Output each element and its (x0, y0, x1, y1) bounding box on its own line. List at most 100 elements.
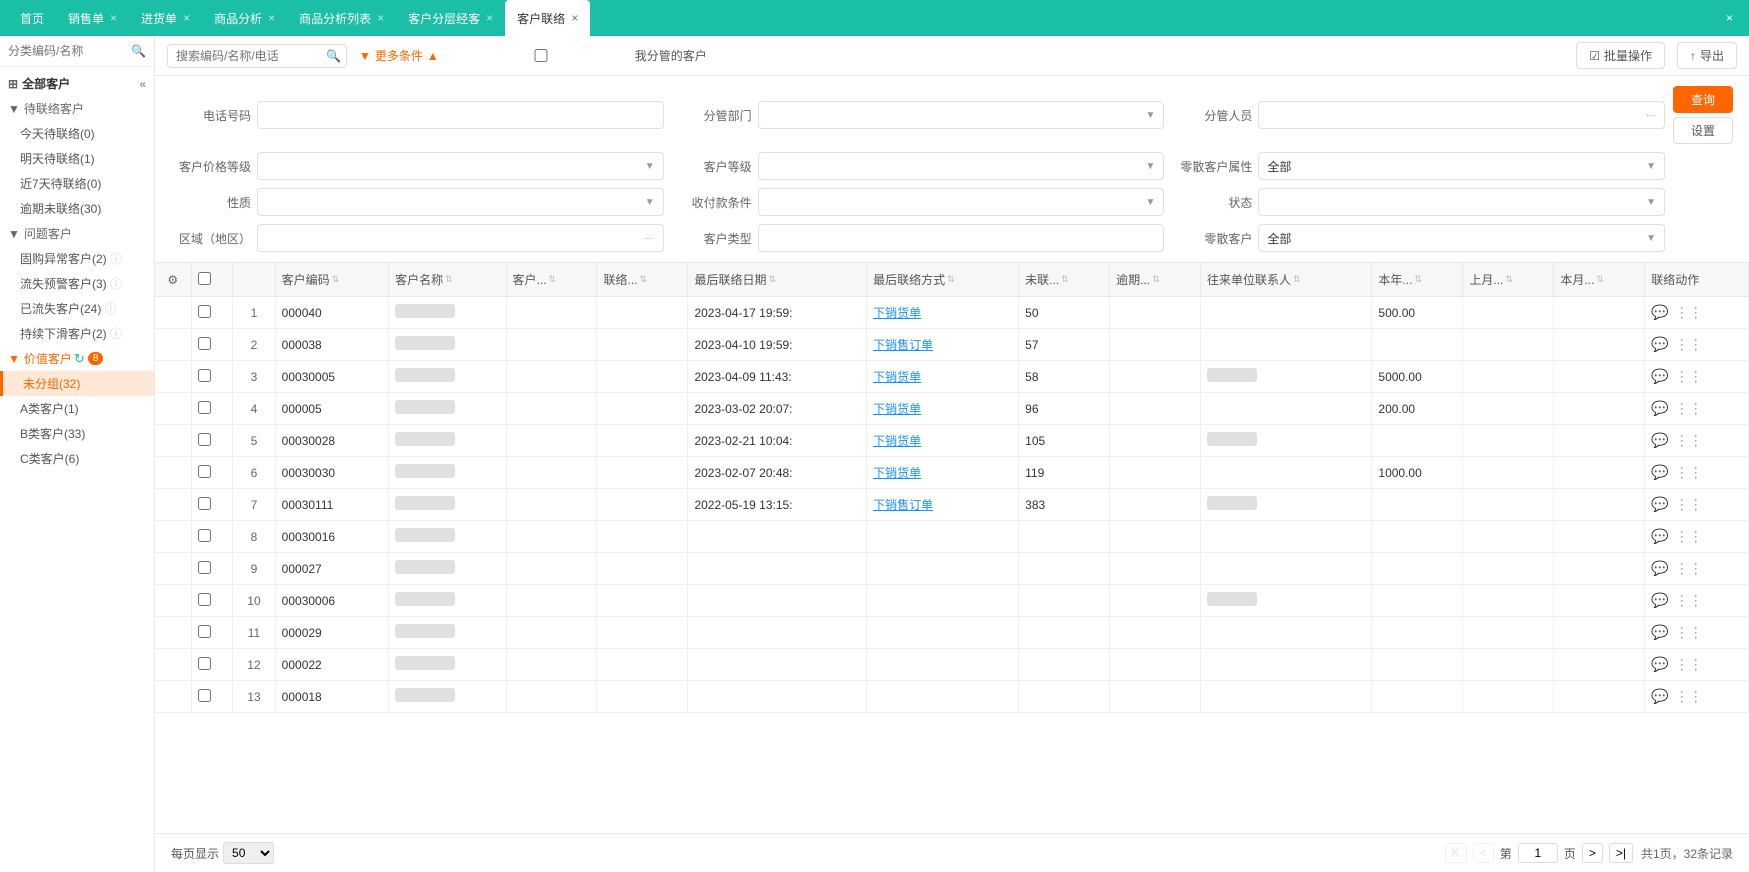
sidebar-item-tomorrow-pending[interactable]: 明天待联络(1) (0, 146, 154, 171)
sort-date-icon[interactable]: ⇅ (768, 274, 776, 285)
close-purchase-icon[interactable]: × (183, 11, 190, 25)
sort-type-icon[interactable]: ⇅ (549, 274, 557, 285)
call-icon[interactable]: 💬 (1651, 368, 1668, 385)
row-checkbox[interactable] (198, 657, 211, 670)
row-checkbox[interactable] (198, 337, 211, 350)
more-actions-icon[interactable]: ⋮⋮ (1675, 304, 1703, 321)
payment-input[interactable]: ▼ (758, 188, 1165, 216)
last-page-button[interactable]: >| (1609, 843, 1633, 863)
reset-button[interactable]: 设置 (1673, 117, 1733, 144)
search-icon[interactable]: 🔍 (326, 49, 341, 63)
contact-method-link[interactable]: 下销货单 (873, 434, 921, 448)
close-sales-icon[interactable]: × (110, 11, 117, 25)
company-contact-column-header[interactable]: 往来单位联系人⇅ (1201, 263, 1372, 297)
sort-notcontacted-icon[interactable]: ⇅ (1061, 274, 1069, 285)
batch-operation-button[interactable]: ☑ 批量操作 (1576, 42, 1665, 69)
price-level-input[interactable]: ▼ (257, 152, 664, 180)
sort-lastmonth-icon[interactable]: ⇅ (1505, 274, 1513, 285)
sidebar-collapse-icon[interactable]: « (139, 77, 146, 91)
contact-method-link[interactable]: 下销货单 (873, 466, 921, 480)
sidebar-item-ungroup[interactable]: 未分组(32) (0, 371, 154, 396)
sidebar-item-7days-pending[interactable]: 近7天待联络(0) (0, 171, 154, 196)
sort-contact-icon[interactable]: ⇅ (640, 274, 648, 285)
tab-customer-contact[interactable]: 客户联络 × (505, 0, 590, 36)
call-icon[interactable]: 💬 (1651, 496, 1668, 513)
sidebar-item-warning[interactable]: 流失预警客户(3) ⓘ (0, 271, 154, 296)
sort-thismonth-icon[interactable]: ⇅ (1596, 274, 1604, 285)
next-page-button[interactable]: > (1582, 843, 1603, 863)
sort-code-icon[interactable]: ⇅ (332, 274, 340, 285)
value-group-header[interactable]: ▼ 价值客户 ↻ 8 (0, 346, 154, 371)
close-goods-analysis-icon[interactable]: × (268, 11, 275, 25)
page-size-select[interactable]: 50 10 20 100 (223, 842, 274, 864)
call-icon[interactable]: 💬 (1651, 432, 1668, 449)
call-icon[interactable]: 💬 (1651, 656, 1668, 673)
sort-method-icon[interactable]: ⇅ (947, 274, 955, 285)
row-checkbox[interactable] (198, 305, 211, 318)
more-actions-icon[interactable]: ⋮⋮ (1675, 592, 1703, 609)
sort-thisyear-icon[interactable]: ⇅ (1414, 274, 1422, 285)
select-all-checkbox[interactable] (198, 272, 211, 285)
call-icon[interactable]: 💬 (1651, 624, 1668, 641)
close-customer-contact-icon[interactable]: × (571, 11, 578, 25)
sort-name-icon[interactable]: ⇅ (445, 274, 453, 285)
dept-input[interactable]: ▼ (758, 101, 1165, 129)
more-actions-icon[interactable]: ⋮⋮ (1675, 464, 1703, 481)
sidebar-search-input[interactable] (8, 44, 131, 58)
refresh-icon[interactable]: ↻ (74, 351, 85, 367)
row-checkbox[interactable] (198, 593, 211, 606)
tab-sales[interactable]: 销售单 × (56, 0, 129, 36)
name-column-header[interactable]: 客户名称⇅ (389, 263, 506, 297)
retail-customer-input[interactable]: 全部▼ (1258, 224, 1665, 252)
prev-page-button[interactable]: < (1473, 843, 1494, 863)
overdue-column-header[interactable]: 逾期...⇅ (1110, 263, 1201, 297)
call-icon[interactable]: 💬 (1651, 560, 1668, 577)
row-checkbox[interactable] (198, 401, 211, 414)
pending-group-header[interactable]: ▼ 待联络客户 (0, 96, 154, 121)
filter-more-button[interactable]: ▼ 更多条件 ▲ (359, 47, 439, 64)
customer-type-input[interactable] (758, 224, 1165, 252)
more-actions-icon[interactable]: ⋮⋮ (1675, 656, 1703, 673)
my-customers-checkbox[interactable] (451, 49, 631, 62)
more-actions-icon[interactable]: ⋮⋮ (1675, 368, 1703, 385)
more-actions-icon[interactable]: ⋮⋮ (1675, 432, 1703, 449)
nature-input[interactable]: ▼ (257, 188, 664, 216)
sidebar-item-declining[interactable]: 持续下滑客户(2) ⓘ (0, 321, 154, 346)
row-checkbox[interactable] (198, 529, 211, 542)
close-goods-analysis-list-icon[interactable]: × (377, 11, 384, 25)
call-icon[interactable]: 💬 (1651, 304, 1668, 321)
sidebar-item-a-type[interactable]: A类客户(1) (0, 396, 154, 421)
sort-overdue-icon[interactable]: ⇅ (1152, 274, 1160, 285)
more-actions-icon[interactable]: ⋮⋮ (1675, 560, 1703, 577)
page-number-input[interactable] (1518, 843, 1558, 863)
call-icon[interactable]: 💬 (1651, 688, 1668, 705)
more-actions-icon[interactable]: ⋮⋮ (1675, 528, 1703, 545)
status-input[interactable]: ▼ (1258, 188, 1665, 216)
phone-input[interactable] (257, 101, 664, 129)
call-icon[interactable]: 💬 (1651, 528, 1668, 545)
more-actions-icon[interactable]: ⋮⋮ (1675, 624, 1703, 641)
last-contact-date-column-header[interactable]: 最后联络日期⇅ (688, 263, 867, 297)
call-icon[interactable]: 💬 (1651, 592, 1668, 609)
row-checkbox[interactable] (198, 561, 211, 574)
tab-customer-segment[interactable]: 客户分层经客 × (396, 0, 505, 36)
close-all-button[interactable]: × (1718, 9, 1741, 27)
sidebar-item-lost[interactable]: 已流失客户(24) ⓘ (0, 296, 154, 321)
sort-companycontact-icon[interactable]: ⇅ (1293, 274, 1301, 285)
call-icon[interactable]: 💬 (1651, 336, 1668, 353)
settings-column-header[interactable]: ⚙ (155, 263, 191, 297)
last-contact-method-column-header[interactable]: 最后联络方式⇅ (867, 263, 1019, 297)
sidebar-item-today-pending[interactable]: 今天待联络(0) (0, 121, 154, 146)
tab-goods-analysis[interactable]: 商品分析 × (202, 0, 287, 36)
row-checkbox[interactable] (198, 465, 211, 478)
retail-attr-input[interactable]: 全部▼ (1258, 152, 1665, 180)
row-checkbox[interactable] (198, 497, 211, 510)
more-actions-icon[interactable]: ⋮⋮ (1675, 400, 1703, 417)
contact-method-link[interactable]: 下销货单 (873, 306, 921, 320)
first-page-button[interactable]: K (1445, 843, 1467, 863)
close-customer-segment-icon[interactable]: × (486, 11, 493, 25)
contact-method-link[interactable]: 下销售订单 (873, 498, 933, 512)
manager-input[interactable]: ··· (1258, 101, 1665, 129)
export-button[interactable]: ↑ 导出 (1677, 42, 1737, 69)
type-column-header[interactable]: 客户...⇅ (506, 263, 597, 297)
